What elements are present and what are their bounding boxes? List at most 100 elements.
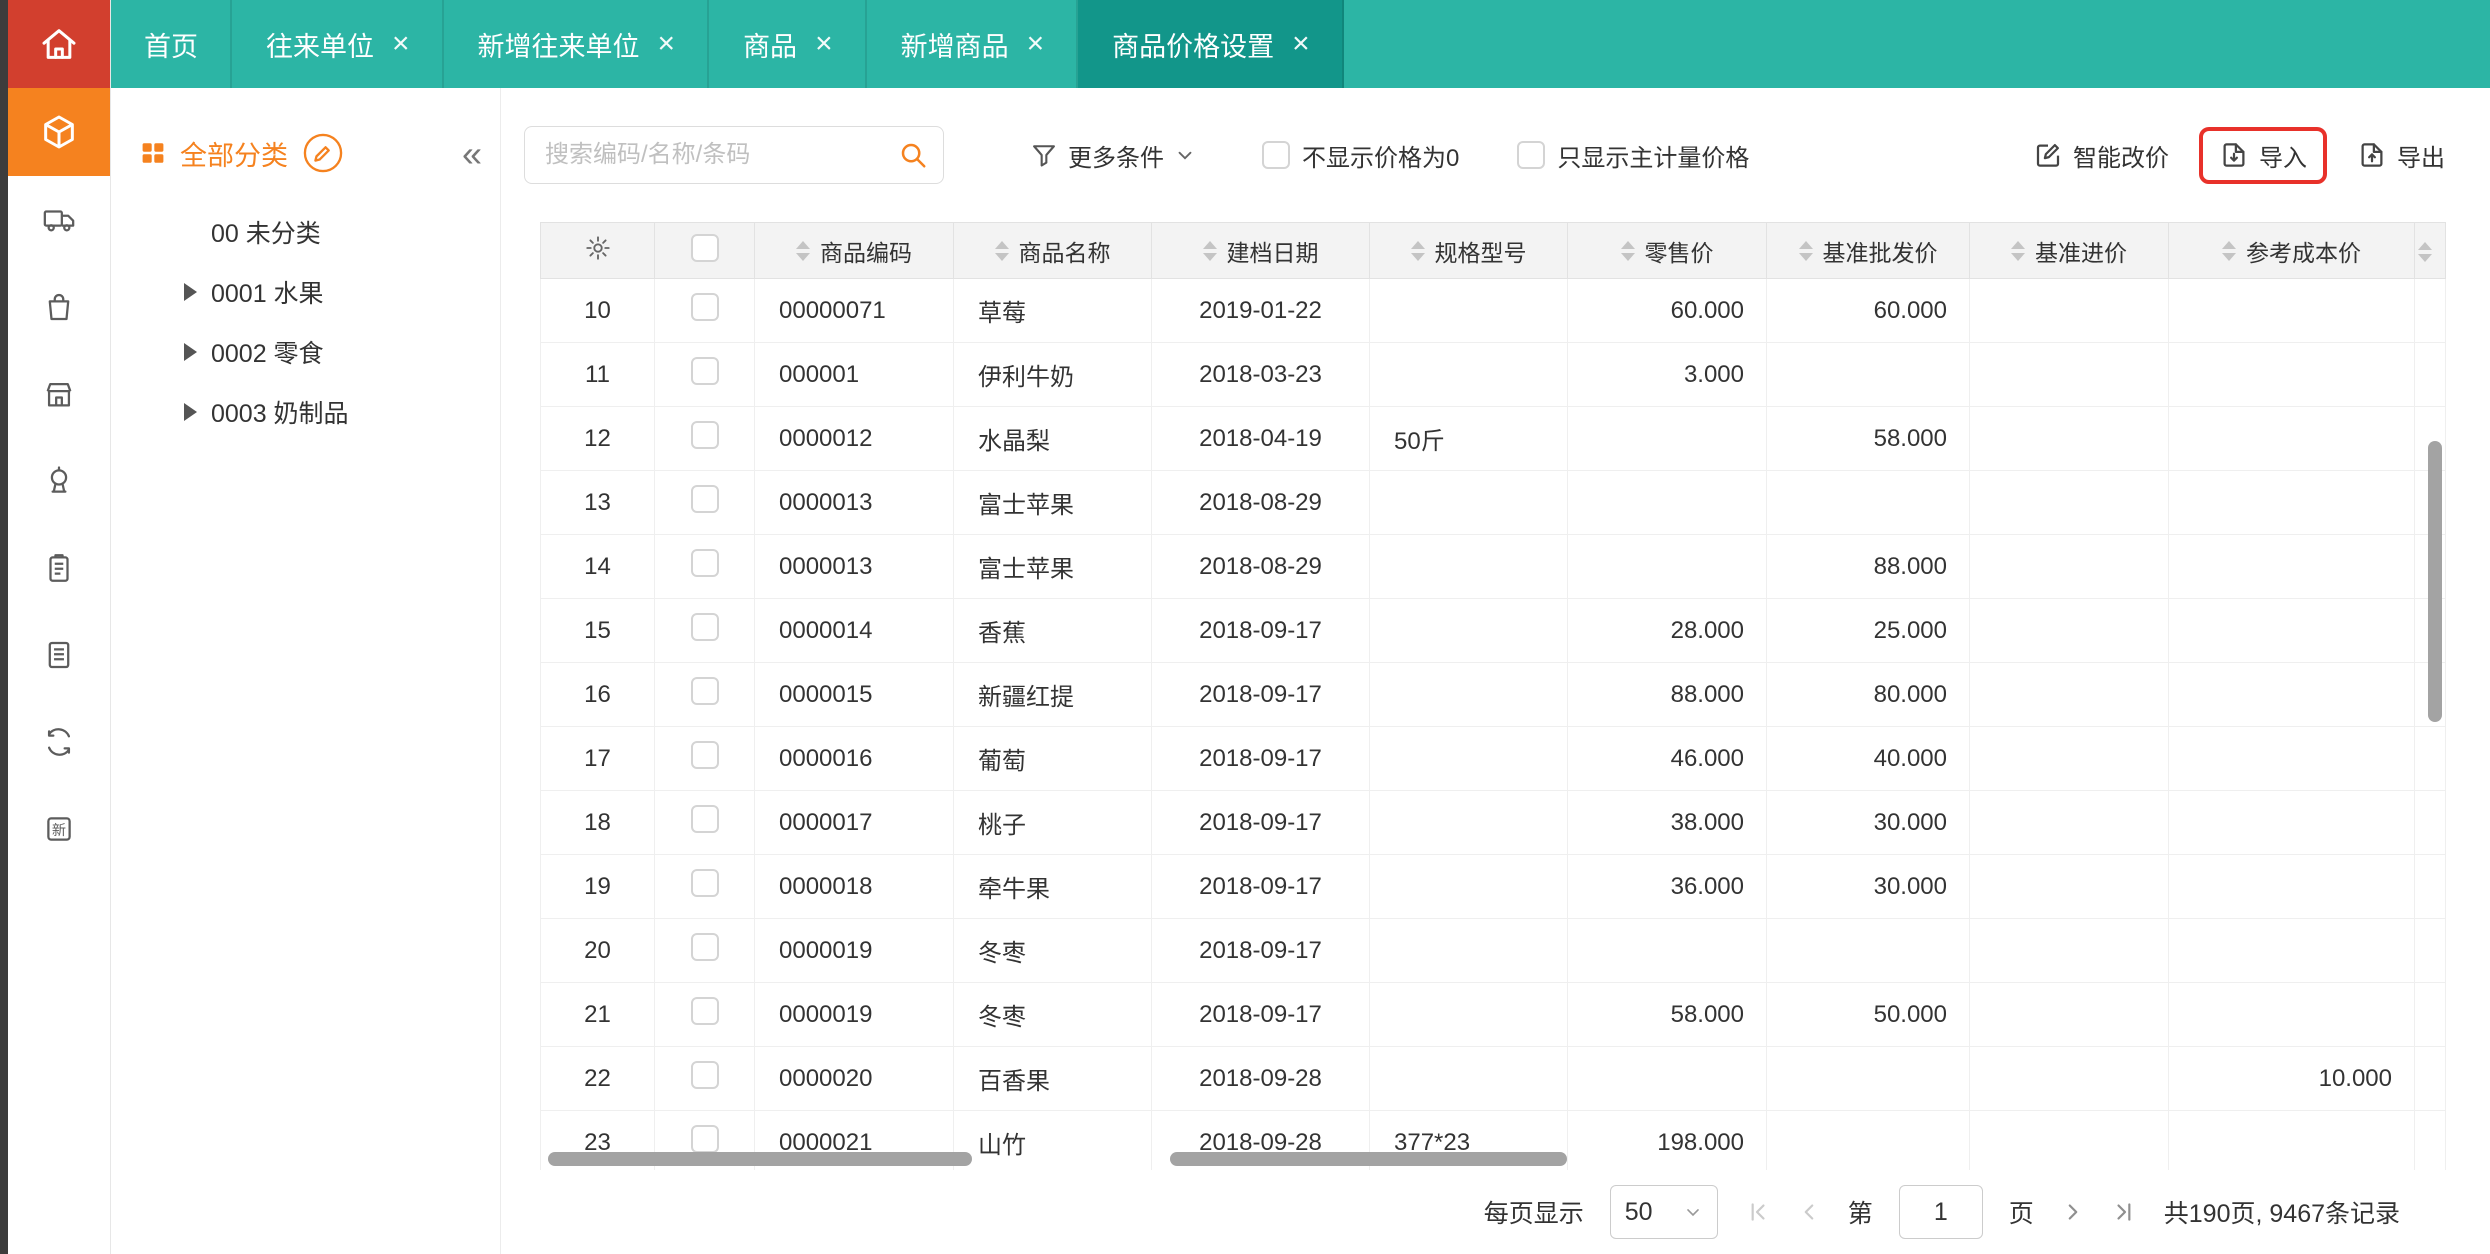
column-header-cost[interactable]: 参考成本价 (2168, 222, 2415, 279)
table-row[interactable]: 16 0000015 新疆红提 2018-09-17 88.000 80.000 (540, 662, 2446, 727)
search-icon[interactable] (898, 140, 928, 170)
column-header-date[interactable]: 建档日期 (1151, 222, 1370, 279)
row-checkbox[interactable] (690, 421, 719, 449)
smart-reprice-button[interactable]: 智能改价 (2033, 138, 2169, 173)
import-button[interactable]: 导入 (2219, 138, 2307, 173)
sort-icon[interactable] (994, 240, 1009, 261)
table-row[interactable]: 10 00000071 草莓 2019-01-22 60.000 60.000 (540, 278, 2446, 343)
collapse-panel-icon[interactable]: « (462, 136, 482, 172)
first-page-button[interactable] (1744, 1199, 1770, 1225)
tab-新增往来单位[interactable]: 新增往来单位 × (444, 0, 710, 88)
sidebar-item-truck[interactable] (8, 176, 110, 263)
row-select-cell[interactable] (654, 278, 755, 343)
more-filters-button[interactable]: 更多条件 (1030, 138, 1196, 173)
vertical-scrollbar-thumb[interactable] (2428, 441, 2442, 722)
category-item[interactable]: 0001 水果 (110, 262, 500, 322)
sort-icon[interactable] (1202, 240, 1217, 261)
row-checkbox[interactable] (690, 741, 719, 769)
expand-arrow-icon[interactable] (184, 283, 197, 301)
main-unit-only-checkbox[interactable]: 只显示主计量价格 (1517, 138, 1749, 173)
table-row[interactable]: 17 0000016 葡萄 2018-09-17 46.000 40.000 (540, 726, 2446, 791)
sidebar-item-products[interactable] (8, 88, 110, 176)
row-checkbox[interactable] (690, 997, 719, 1025)
row-checkbox[interactable] (690, 805, 719, 833)
table-row[interactable]: 11 000001 伊利牛奶 2018-03-23 3.000 (540, 342, 2446, 407)
row-checkbox[interactable] (690, 1061, 719, 1089)
column-header-retail[interactable]: 零售价 (1567, 222, 1767, 279)
sidebar-item-pot[interactable] (8, 437, 110, 524)
table-row[interactable]: 14 0000013 富士苹果 2018-08-29 88.000 (540, 534, 2446, 599)
tab-新增商品[interactable]: 新增商品 × (867, 0, 1079, 88)
sort-icon[interactable] (2222, 240, 2236, 261)
column-header-spec[interactable]: 规格型号 (1369, 222, 1568, 279)
row-select-cell[interactable] (654, 918, 755, 983)
tab-首页[interactable]: 首页 (110, 0, 232, 88)
edit-category-icon[interactable] (302, 132, 344, 174)
tab-close-icon[interactable]: × (392, 29, 410, 59)
checkbox-icon[interactable] (1517, 141, 1546, 169)
select-all-header[interactable] (654, 222, 755, 279)
last-page-button[interactable] (2112, 1199, 2138, 1225)
tab-商品价格设置[interactable]: 商品价格设置 × (1078, 0, 1344, 88)
table-row[interactable]: 12 0000012 水晶梨 2018-04-19 50斤 58.000 (540, 406, 2446, 471)
table-row[interactable]: 21 0000019 冬枣 2018-09-17 58.000 50.000 (540, 982, 2446, 1047)
prev-page-button[interactable] (1796, 1199, 1822, 1225)
tab-close-icon[interactable]: × (1292, 29, 1310, 59)
row-checkbox[interactable] (690, 613, 719, 641)
sort-icon[interactable] (796, 240, 810, 261)
sort-icon[interactable] (2418, 241, 2432, 262)
tab-往来单位[interactable]: 往来单位 × (232, 0, 444, 88)
sidebar-item-new-doc[interactable]: 新 (8, 785, 110, 872)
tab-close-icon[interactable]: × (815, 29, 833, 59)
sort-icon[interactable] (1410, 240, 1425, 261)
row-select-cell[interactable] (654, 726, 755, 791)
row-select-cell[interactable] (654, 1046, 755, 1111)
row-select-cell[interactable] (654, 342, 755, 407)
row-checkbox[interactable] (690, 1125, 719, 1153)
table-row[interactable]: 18 0000017 桃子 2018-09-17 38.000 30.000 (540, 790, 2446, 855)
next-page-button[interactable] (2060, 1199, 2086, 1225)
row-select-cell[interactable] (654, 470, 755, 535)
horizontal-scrollbar-thumb-left[interactable] (548, 1152, 972, 1166)
expand-arrow-icon[interactable] (184, 403, 197, 421)
column-header-wholesale[interactable]: 基准批发价 (1766, 222, 1970, 279)
column-header-clipped[interactable] (2414, 222, 2446, 279)
sidebar-item-bag[interactable] (8, 263, 110, 350)
sidebar-item-store[interactable] (8, 350, 110, 437)
table-row[interactable]: 13 0000013 富士苹果 2018-08-29 (540, 470, 2446, 535)
column-header-name[interactable]: 商品名称 (953, 222, 1152, 279)
sort-icon[interactable] (1798, 240, 1813, 261)
expand-arrow-icon[interactable] (184, 343, 197, 361)
export-button[interactable]: 导出 (2357, 138, 2445, 173)
row-checkbox[interactable] (690, 485, 719, 513)
table-row[interactable]: 15 0000014 香蕉 2018-09-17 28.000 25.000 (540, 598, 2446, 663)
search-input[interactable] (524, 126, 944, 184)
sidebar-item-sync[interactable] (8, 698, 110, 785)
row-checkbox[interactable] (690, 933, 719, 961)
per-page-select[interactable]: 50 (1609, 1185, 1718, 1239)
sidebar-item-clipboard[interactable] (8, 524, 110, 611)
page-number-input[interactable] (1898, 1185, 1983, 1239)
row-checkbox[interactable] (690, 677, 719, 705)
sort-icon[interactable] (1620, 240, 1635, 261)
tab-close-icon[interactable]: × (658, 29, 676, 59)
category-item[interactable]: 0002 零食 (110, 322, 500, 382)
category-item[interactable]: 00 未分类 (110, 202, 500, 262)
checkbox-icon[interactable] (1262, 141, 1290, 169)
column-header-purchase[interactable]: 基准进价 (1969, 222, 2169, 279)
horizontal-scrollbar-thumb-right[interactable] (1170, 1152, 1567, 1166)
category-item[interactable]: 0003 奶制品 (110, 382, 500, 442)
row-select-cell[interactable] (654, 854, 755, 919)
table-row[interactable]: 22 0000020 百香果 2018-09-28 10.000 (540, 1046, 2446, 1111)
select-all-checkbox[interactable] (690, 233, 719, 262)
row-select-cell[interactable] (654, 982, 755, 1047)
row-select-cell[interactable] (654, 534, 755, 599)
tab-close-icon[interactable]: × (1027, 29, 1045, 59)
column-header-code[interactable]: 商品编码 (754, 222, 954, 279)
settings-column-header[interactable] (540, 222, 655, 279)
sort-icon[interactable] (2011, 240, 2025, 261)
table-row[interactable]: 19 0000018 牵牛果 2018-09-17 36.000 30.000 (540, 854, 2446, 919)
row-checkbox[interactable] (690, 357, 719, 385)
hide-zero-price-checkbox[interactable]: 不显示价格为0 (1262, 138, 1459, 173)
sidebar-item-home[interactable] (8, 0, 110, 88)
